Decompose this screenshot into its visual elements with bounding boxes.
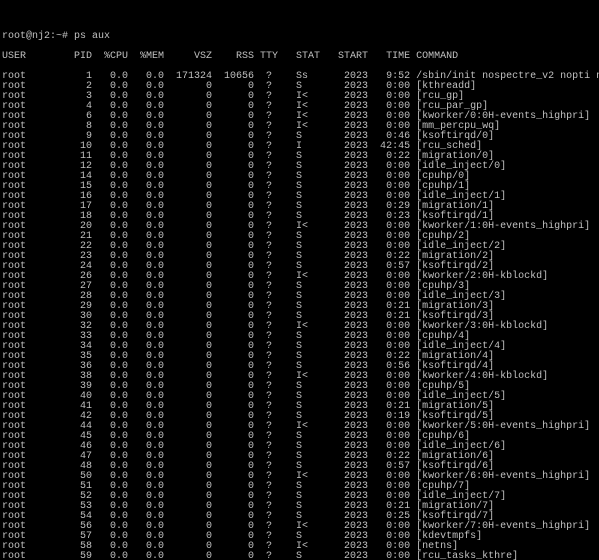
header-text: USER PID %CPU %MEM VSZ RSS TTY STAT STAR… — [2, 51, 458, 62]
typed-command: ps aux — [74, 31, 110, 42]
terminal-window: root@nj2:~# ps aux USER PID %CPU %MEM VS… — [0, 20, 599, 560]
header-row: USER PID %CPU %MEM VSZ RSS TTY STAT STAR… — [2, 52, 597, 62]
process-row-text: root 59 0.0 0.0 0 0 ? S 2023 0:00 [rcu_t… — [2, 551, 518, 560]
process-row: root 59 0.0 0.0 0 0 ? S 2023 0:00 [rcu_t… — [2, 552, 597, 560]
shell-prompt: root@nj2:~# — [2, 31, 68, 42]
prompt-line: root@nj2:~# ps aux — [2, 32, 597, 42]
